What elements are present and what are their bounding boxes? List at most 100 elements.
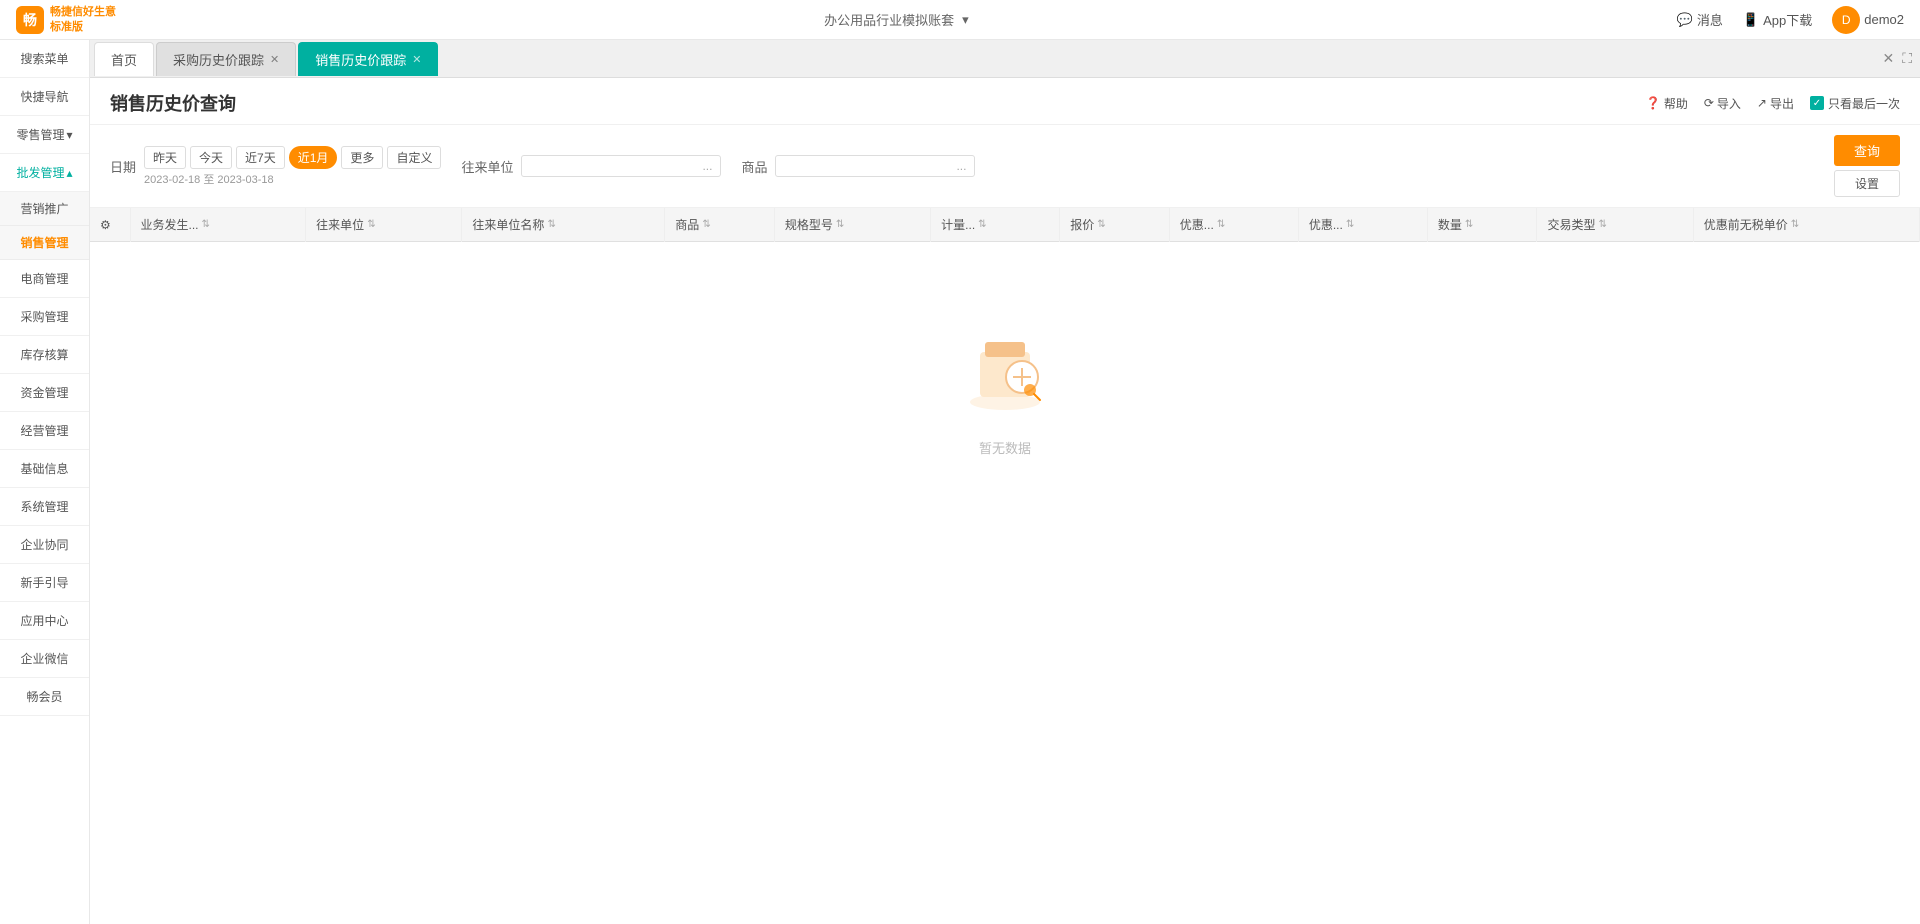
only-last-checkbox[interactable]: ✓ 只看最后一次 [1810, 95, 1900, 112]
top-bar-right: 💬 消息 📱 App下载 D demo2 [1677, 6, 1904, 34]
tab-close-sales[interactable]: ✕ [412, 53, 421, 66]
query-button[interactable]: 查询 [1834, 135, 1900, 166]
empty-text: 暂无数据 [979, 438, 1031, 457]
sidebar-item-inventory-check[interactable]: 库存核算 [0, 336, 89, 374]
th-discount2[interactable]: 优惠... ⇅ [1298, 208, 1427, 242]
sidebar-item-app-center[interactable]: 应用中心 [0, 602, 89, 640]
sidebar: 搜索菜单 快捷导航 零售管理 ▾ 批发管理 ▴ 营销推广 销售管理 电商管理 采… [0, 40, 90, 924]
sort-icon-qty: ⇅ [1465, 219, 1473, 230]
sidebar-item-ecommerce-mgmt[interactable]: 电商管理 [0, 260, 89, 298]
sidebar-item-retail-mgmt[interactable]: 零售管理 ▾ [0, 116, 89, 154]
sidebar-item-sales-mgmt[interactable]: 销售管理 [0, 226, 89, 260]
sort-icon-discount2: ⇅ [1346, 219, 1354, 230]
sidebar-item-enterprise-cooperation[interactable]: 企业协同 [0, 526, 89, 564]
tab-maximize-button[interactable]: ⛶ [1902, 50, 1912, 67]
message-button[interactable]: 💬 消息 [1677, 10, 1723, 29]
page-title: 销售历史价查询 [110, 90, 236, 116]
th-gear[interactable]: ⚙ [90, 208, 130, 242]
sidebar-item-quick-nav[interactable]: 快捷导航 [0, 78, 89, 116]
app-selector[interactable]: 办公用品行业模拟账套 ▾ [824, 10, 969, 29]
sidebar-item-new-user-guide[interactable]: 新手引导 [0, 564, 89, 602]
sidebar-item-enterprise-wechat[interactable]: 企业微信 [0, 640, 89, 678]
sidebar-item-member[interactable]: 畅会员 [0, 678, 89, 716]
top-bar-left: 畅 畅捷信好生意 标准版 [16, 5, 116, 34]
th-partner-code[interactable]: 往来单位 ⇅ [306, 208, 462, 242]
sort-icon-goods: ⇅ [702, 219, 710, 230]
import-button[interactable]: ⟳ 导入 [1704, 95, 1741, 112]
sort-icon-unit: ⇅ [978, 219, 986, 230]
sidebar-item-purchase-mgmt[interactable]: 采购管理 [0, 298, 89, 336]
tab-sales-history[interactable]: 销售历史价跟踪 ✕ [298, 42, 438, 76]
date-filter-group: 日期 昨天 今天 近7天 近1月 更多 自定义 2023-02-18 至 202… [110, 146, 441, 187]
message-icon: 💬 [1677, 12, 1693, 28]
th-partner-name[interactable]: 往来单位名称 ⇅ [462, 208, 665, 242]
goods-label: 商品 [741, 157, 767, 176]
app-download-button[interactable]: 📱 App下载 [1743, 10, 1812, 29]
date-btn-7days[interactable]: 近7天 [236, 146, 285, 169]
user-profile[interactable]: D demo2 [1832, 6, 1904, 34]
import-icon: ⟳ [1704, 96, 1714, 110]
th-quote[interactable]: 报价 ⇅ [1060, 208, 1170, 242]
table-header-row: ⚙ 业务发生... ⇅ 往来单位 [90, 208, 1920, 242]
partner-filter-group: 往来单位 ... [461, 155, 721, 177]
help-button[interactable]: ❓ 帮助 [1646, 95, 1688, 112]
goods-input[interactable]: ... [775, 155, 975, 177]
tab-close-all-button[interactable]: ✕ [1882, 50, 1894, 67]
sort-icon-discount1: ⇅ [1217, 219, 1225, 230]
help-icon: ❓ [1646, 96, 1661, 110]
th-spec[interactable]: 规格型号 ⇅ [774, 208, 930, 242]
date-label: 日期 [110, 157, 136, 176]
th-pre-tax-price[interactable]: 优惠前无税单价 ⇅ [1693, 208, 1919, 242]
sidebar-item-basic-info[interactable]: 基础信息 [0, 450, 89, 488]
data-table: ⚙ 业务发生... ⇅ 往来单位 [90, 208, 1920, 242]
logo-text: 畅捷信好生意 标准版 [50, 5, 116, 34]
avatar: D [1832, 6, 1860, 34]
date-btn-custom[interactable]: 自定义 [387, 146, 441, 169]
th-discount1[interactable]: 优惠... ⇅ [1169, 208, 1298, 242]
date-range-display: 2023-02-18 至 2023-03-18 [144, 171, 441, 187]
main-layout: 搜索菜单 快捷导航 零售管理 ▾ 批发管理 ▴ 营销推广 销售管理 电商管理 采… [0, 40, 1920, 924]
date-buttons: 昨天 今天 近7天 近1月 更多 自定义 [144, 146, 441, 169]
sidebar-item-search-menu[interactable]: 搜索菜单 [0, 40, 89, 78]
sort-icon-spec: ⇅ [836, 219, 844, 230]
sidebar-item-wholesale-mgmt[interactable]: 批发管理 ▴ [0, 154, 89, 192]
logo-icon: 畅 [16, 6, 44, 34]
date-btn-1month[interactable]: 近1月 [289, 146, 338, 169]
page-header: 销售历史价查询 ❓ 帮助 ⟳ 导入 ↗ 导出 ✓ [90, 78, 1920, 125]
th-biz-date[interactable]: 业务发生... ⇅ [130, 208, 306, 242]
date-btn-yesterday[interactable]: 昨天 [144, 146, 186, 169]
tab-home[interactable]: 首页 [94, 42, 154, 76]
chevron-down-icon: ▾ [962, 12, 969, 28]
goods-filter-group: 商品 ... [741, 155, 975, 177]
partner-input[interactable]: ... [521, 155, 721, 177]
th-trade-type[interactable]: 交易类型 ⇅ [1537, 208, 1693, 242]
th-qty[interactable]: 数量 ⇅ [1427, 208, 1537, 242]
goods-input-dots: ... [956, 159, 966, 173]
tab-close-purchase[interactable]: ✕ [270, 53, 279, 66]
tab-bar: 首页 采购历史价跟踪 ✕ 销售历史价跟踪 ✕ ✕ ⛶ [90, 40, 1920, 78]
sort-icon-pre-tax-price: ⇅ [1791, 219, 1799, 230]
tab-purchase-history[interactable]: 采购历史价跟踪 ✕ [156, 42, 296, 76]
sidebar-item-finance-mgmt[interactable]: 资金管理 [0, 374, 89, 412]
sort-icon-partner-code: ⇅ [367, 219, 375, 230]
date-btn-today[interactable]: 今天 [190, 146, 232, 169]
phone-icon: 📱 [1743, 12, 1759, 28]
sort-icon-trade-type: ⇅ [1598, 219, 1606, 230]
table-container: ⚙ 业务发生... ⇅ 往来单位 [90, 208, 1920, 924]
chevron-up-icon: ▴ [66, 166, 72, 180]
setting-button[interactable]: 设置 [1834, 170, 1900, 197]
sidebar-item-system-mgmt[interactable]: 系统管理 [0, 488, 89, 526]
page-header-actions: ❓ 帮助 ⟳ 导入 ↗ 导出 ✓ 只看最后一次 [1646, 95, 1900, 112]
th-unit[interactable]: 计量... ⇅ [931, 208, 1060, 242]
chevron-down-icon: ▾ [66, 128, 72, 142]
filter-actions: 查询 设置 [1834, 135, 1900, 197]
sidebar-item-marketing[interactable]: 营销推广 [0, 192, 89, 226]
sidebar-item-operations-mgmt[interactable]: 经营管理 [0, 412, 89, 450]
gear-icon: ⚙ [100, 218, 111, 232]
export-button[interactable]: ↗ 导出 [1757, 95, 1794, 112]
partner-input-dots: ... [702, 159, 712, 173]
date-btn-more[interactable]: 更多 [341, 146, 383, 169]
top-bar: 畅 畅捷信好生意 标准版 办公用品行业模拟账套 ▾ 💬 消息 📱 App下载 D… [0, 0, 1920, 40]
right-panel: 首页 采购历史价跟踪 ✕ 销售历史价跟踪 ✕ ✕ ⛶ 销售历史价查询 [90, 40, 1920, 924]
th-goods[interactable]: 商品 ⇅ [665, 208, 775, 242]
